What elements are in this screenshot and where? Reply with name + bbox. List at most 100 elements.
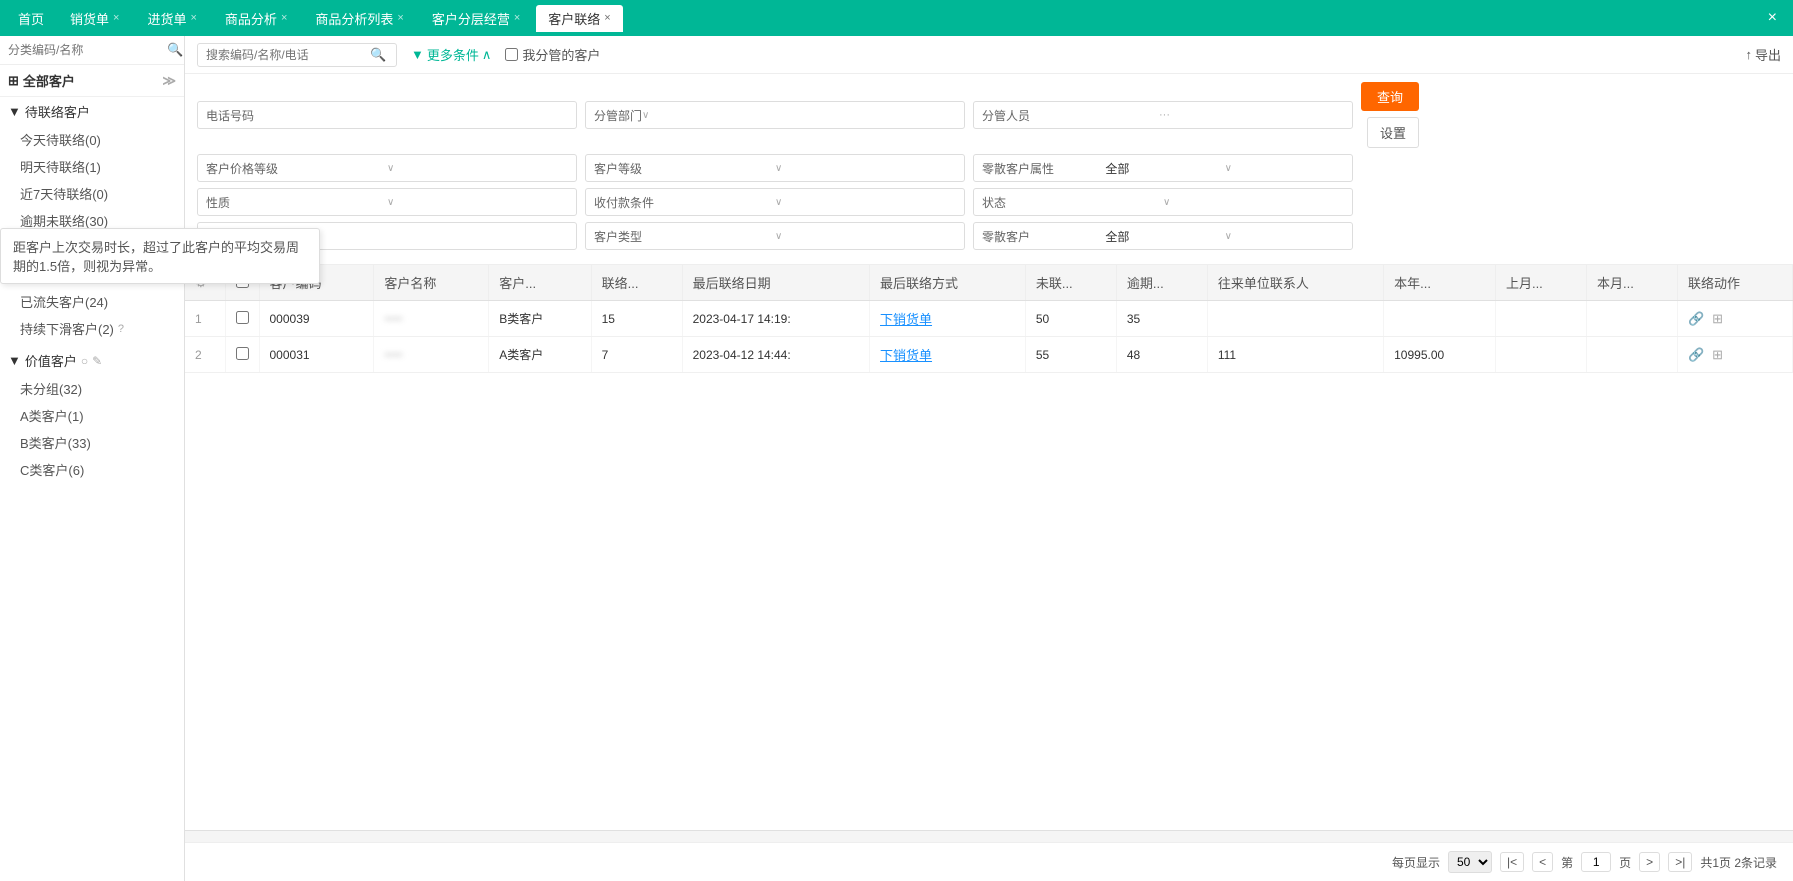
chevron-up-icon: ∧ [482,47,492,63]
horizontal-scrollbar[interactable] [185,830,1793,842]
page-number-input[interactable] [1581,852,1611,872]
retail-customer-select[interactable]: 零散客户 全部 ∨ [973,222,1353,250]
value-circle-icon[interactable]: ○ [81,354,88,368]
my-customers-checkbox-label[interactable]: 我分管的客户 [505,45,600,64]
row2-unlisted: 55 [1025,337,1116,373]
close-icon[interactable]: × [514,12,520,24]
row2-checkbox[interactable] [225,337,259,373]
sidebar-value-b[interactable]: B类客户(33) [0,429,184,456]
customer-price-select[interactable]: 客户价格等级 ∨ [197,154,577,182]
sidebar-value-a[interactable]: A类客户(1) [0,402,184,429]
row1-contact-count: 15 [591,301,682,337]
nav-tab-tiered[interactable]: 客户分层经营 × [420,5,532,32]
filter-row-4: ... 客户类型 ∨ 零散客户 全部 ∨ [197,222,1781,250]
sidebar-item-today[interactable]: 今天待联络(0) [0,126,184,153]
sidebar-item-tomorrow[interactable]: 明天待联络(1) [0,153,184,180]
query-button[interactable]: 查询 [1361,82,1419,111]
row1-link-icon[interactable]: 🔗 [1688,311,1704,327]
nav-tab-analysis[interactable]: 商品分析 × [213,5,299,32]
customer-type-select[interactable]: 客户类型 ∨ [585,222,965,250]
row2-this-year: 10995.00 [1384,337,1496,373]
close-icon[interactable]: × [281,12,287,24]
payment-select[interactable]: 收付款条件 ∨ [585,188,965,216]
row1-contacts [1207,301,1383,337]
filter-row-2: 客户价格等级 ∨ 客户等级 ∨ 零散客户属性 全部 ∨ [197,154,1781,182]
sidebar-search-input[interactable] [8,43,163,57]
row1-code[interactable]: 000039 [259,301,374,337]
sidebar-item-declining[interactable]: 持续下滑客户(2) ? [0,315,184,342]
more-conditions-button[interactable]: ▼ 更多条件 ∧ [405,42,497,67]
page-label: 第 [1561,854,1573,871]
window-close-button[interactable]: × [1760,9,1785,27]
next-page-button[interactable]: > [1639,852,1660,872]
row1-checkbox[interactable] [225,301,259,337]
gender-arrow: ∨ [387,197,568,208]
sidebar-value-ungrouped[interactable]: 未分组(32) [0,375,184,402]
sidebar-value-c[interactable]: C类客户(6) [0,456,184,483]
row2-link-icon[interactable]: 🔗 [1688,347,1704,363]
staff-dots[interactable]: ··· [1159,109,1336,121]
table-header-row: ⚙ 客户编码 客户名称 客户... 联络... 最后联络日期 最后联络方式 未联… [185,265,1793,301]
arrow-down-icon-2: ▼ [8,353,21,368]
row1-last-method[interactable]: 下销货单 [870,301,1026,337]
settings-button[interactable]: 设置 [1367,117,1419,148]
row2-name[interactable]: •••• [374,337,489,373]
row2-type: A类客户 [489,337,591,373]
sidebar-collapse-button[interactable]: ≫ [162,73,176,89]
first-page-button[interactable]: |< [1500,852,1524,872]
sidebar-item-7days[interactable]: 近7天待联络(0) [0,180,184,207]
export-button[interactable]: ↑ 导出 [1745,45,1781,64]
close-icon[interactable]: × [397,12,403,24]
row1-num: 1 [185,301,225,337]
staff-select[interactable]: 分管人员 ··· [973,101,1353,129]
value-edit-icon[interactable]: ✎ [92,354,102,368]
sidebar-search-icon[interactable]: 🔍 [167,42,183,58]
nav-tab-purchase[interactable]: 进货单 × [135,5,208,32]
search-box[interactable]: 🔍 [197,43,397,67]
col-name-header: 客户名称 [374,265,489,301]
per-page-select[interactable]: 50 [1448,851,1492,873]
phone-field[interactable]: 电话号码 [197,101,577,129]
retail-attr-select[interactable]: 零散客户属性 全部 ∨ [973,154,1353,182]
row2-last-date: 2023-04-12 14:44: [682,337,869,373]
search-input[interactable] [206,48,366,62]
close-icon[interactable]: × [113,12,119,24]
sidebar-group-pending[interactable]: ▼ 待联络客户 [0,97,184,126]
sidebar-search-area: 🔍 [0,36,184,65]
my-customers-checkbox[interactable] [505,48,518,61]
gender-select[interactable]: 性质 ∨ [197,188,577,216]
arrow-down-icon: ▼ [8,104,21,119]
customer-level-select[interactable]: 客户等级 ∨ [585,154,965,182]
sidebar-all-customers[interactable]: ⊞ 全部客户 ≫ [0,65,184,97]
nav-home[interactable]: 首页 [8,5,54,32]
dept-select[interactable]: 分管部门 ∨ [585,101,965,129]
close-icon[interactable]: × [190,12,196,24]
col-type-header: 客户... [489,265,591,301]
nav-tab-analysis-list[interactable]: 商品分析列表 × [303,5,415,32]
status-select[interactable]: 状态 ∨ [973,188,1353,216]
filter-row-1: 电话号码 分管部门 ∨ 分管人员 ··· 查询 设置 [197,82,1781,148]
last-page-button[interactable]: >| [1668,852,1692,872]
row2-grid-icon[interactable]: ⊞ [1712,347,1723,363]
row1-name[interactable]: •••• [374,301,489,337]
nav-tab-contact[interactable]: 客户联络 × [536,5,622,32]
table-container: ⚙ 客户编码 客户名称 客户... 联络... 最后联络日期 最后联络方式 未联… [185,265,1793,830]
retail-customer-arrow: ∨ [1225,231,1344,242]
nav-tab-sales[interactable]: 销货单 × [58,5,131,32]
sidebar-item-already-lost[interactable]: 已流失客户(24) [0,288,184,315]
customer-level-arrow: ∨ [775,163,956,174]
row2-code[interactable]: 000031 [259,337,374,373]
close-icon[interactable]: × [604,12,610,24]
row1-grid-icon[interactable]: ⊞ [1712,311,1723,327]
row1-select-checkbox[interactable] [236,311,249,324]
row2-select-checkbox[interactable] [236,347,249,360]
row2-contacts: 111 [1207,337,1383,373]
declining-help-icon[interactable]: ? [118,323,124,335]
row2-last-method[interactable]: 下销货单 [870,337,1026,373]
phone-input[interactable] [258,108,568,122]
sidebar-group-value[interactable]: ▼ 价值客户 ○ ✎ [0,346,184,375]
main-layout: 🔍 ⊞ 全部客户 ≫ ▼ 待联络客户 今天待联络(0) 明天待联络(1) 近7天… [0,36,1793,881]
prev-page-button[interactable]: < [1532,852,1553,872]
col-unlisted-header: 未联... [1025,265,1116,301]
row2-num: 2 [185,337,225,373]
